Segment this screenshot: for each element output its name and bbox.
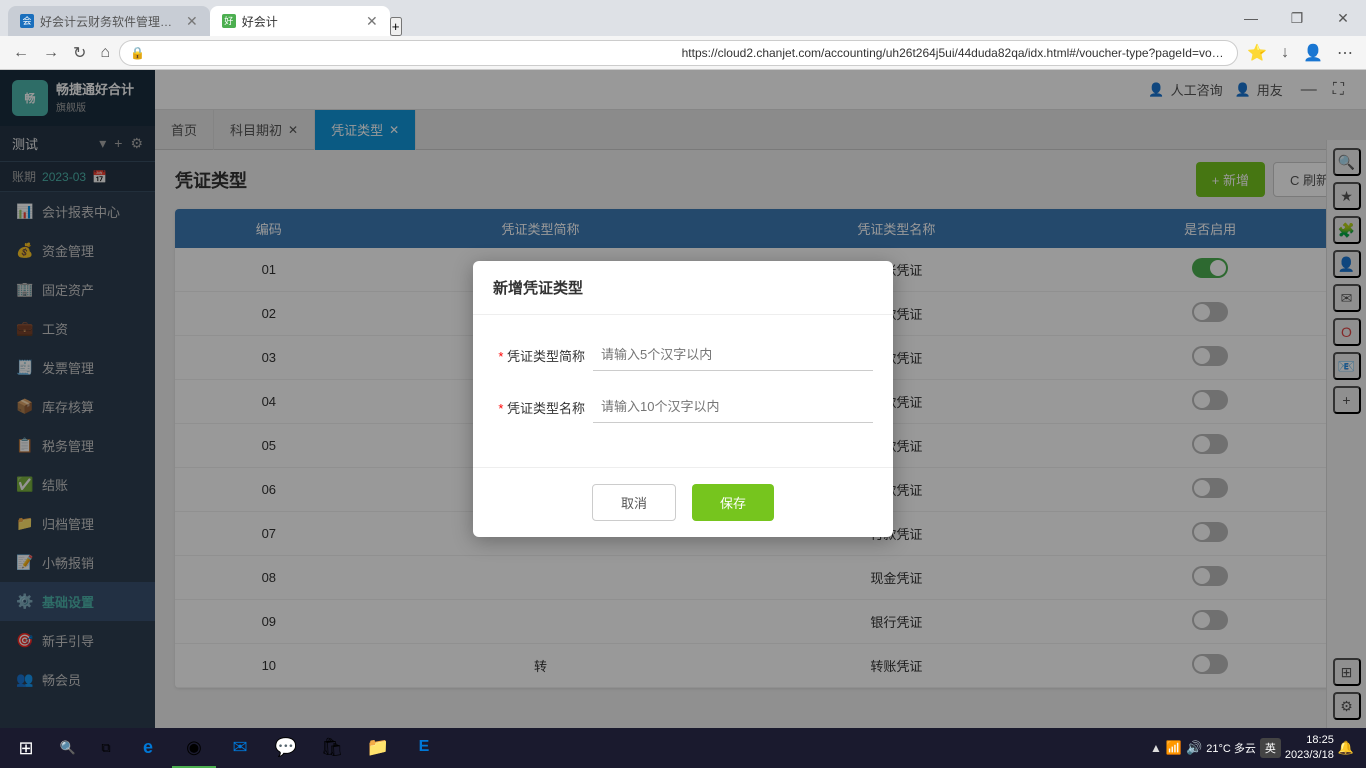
new-tab-button[interactable]: + <box>390 17 402 36</box>
form-row-abbr: * 凭证类型简称 <box>493 339 873 371</box>
taskbar: ⊞ 🔍 ⧉ e ◉ ✉ 💬 🛍 📁 E <box>0 728 1366 768</box>
taskbar-up-icon[interactable]: ▲ <box>1150 741 1162 755</box>
abbr-required-mark: * <box>498 349 507 364</box>
outlook-icon: ✉ <box>232 737 247 758</box>
close-window-button[interactable]: ✕ <box>1320 0 1366 36</box>
wechat-icon: 💬 <box>275 737 297 758</box>
edge2-icon: E <box>419 738 430 756</box>
address-bar[interactable]: 🔒 https://cloud2.chanjet.com/accounting/… <box>119 40 1238 66</box>
refresh-button[interactable]: ↻ <box>68 41 91 65</box>
address-text: https://cloud2.chanjet.com/accounting/uh… <box>682 46 1228 60</box>
cancel-button[interactable]: 取消 <box>592 484 676 521</box>
dialog-header: 新增凭证类型 <box>473 261 893 315</box>
clock-time: 18:25 <box>1285 733 1334 748</box>
taskbar-apps: e ◉ ✉ 💬 🛍 📁 E <box>126 728 446 768</box>
start-button[interactable]: ⊞ <box>4 730 48 766</box>
taskbar-edge-btn[interactable]: e <box>126 728 170 768</box>
taskbar-search-btn[interactable]: 🔍 <box>50 730 86 766</box>
taskbar-chrome-btn[interactable]: ◉ <box>172 728 216 768</box>
taskbar-outlook-btn[interactable]: ✉ <box>218 728 262 768</box>
name-label: * 凭证类型名称 <box>493 398 593 417</box>
dialog-body: * 凭证类型简称 * 凭证类型名称 <box>473 315 893 467</box>
minimize-button[interactable]: — <box>1228 0 1274 36</box>
taskbar-speaker-icon: 🔊 <box>1186 740 1202 756</box>
home-button[interactable]: ⌂ <box>95 42 115 64</box>
edge-icon: e <box>143 737 153 758</box>
taskbar-wifi-icon: 📶 <box>1166 740 1182 756</box>
clock-date: 2023/3/18 <box>1285 748 1334 763</box>
back-button[interactable]: ← <box>8 42 34 64</box>
notification-icon[interactable]: 🔔 <box>1338 740 1354 756</box>
tab2-label: 好会计 <box>242 13 278 30</box>
browser-tab-2[interactable]: 好 好会计 ✕ <box>210 6 390 36</box>
tab2-close[interactable]: ✕ <box>366 13 378 30</box>
downloads-button[interactable]: ↓ <box>1276 41 1294 65</box>
folder-icon: 📁 <box>367 737 389 758</box>
taskbar-weather: 21°C 多云 <box>1206 740 1256 756</box>
tab1-favicon: 会 <box>20 14 34 28</box>
abbr-input[interactable] <box>593 339 873 371</box>
taskbar-edge2-btn[interactable]: E <box>402 728 446 768</box>
tab2-favicon: 好 <box>222 14 236 28</box>
store-icon: 🛍 <box>321 737 344 758</box>
lock-icon: 🔒 <box>130 46 676 60</box>
forward-button[interactable]: → <box>38 42 64 64</box>
taskbar-sys: ▲ 📶 🔊 21°C 多云 英 18:25 2023/3/18 🔔 <box>1150 733 1362 764</box>
taskbar-wechat-btn[interactable]: 💬 <box>264 728 308 768</box>
dialog-overlay: 新增凭证类型 * 凭证类型简称 * 凭证类型名称 <box>0 70 1366 728</box>
taskbar-store-btn[interactable]: 🛍 <box>310 728 354 768</box>
maximize-button[interactable]: ❐ <box>1274 0 1320 36</box>
browser-tab-1[interactable]: 会 好会计云财务软件管理系统_会计 ✕ <box>8 6 210 36</box>
dialog-title: 新增凭证类型 <box>493 280 583 297</box>
extensions-button[interactable]: ⭐ <box>1242 41 1272 65</box>
account-button[interactable]: 👤 <box>1298 41 1328 65</box>
form-row-name: * 凭证类型名称 <box>493 391 873 423</box>
taskbar-folder-btn[interactable]: 📁 <box>356 728 400 768</box>
save-button[interactable]: 保存 <box>692 484 774 521</box>
abbr-label: * 凭证类型简称 <box>493 346 593 365</box>
tab1-close[interactable]: ✕ <box>186 13 198 30</box>
taskbar-taskview-btn[interactable]: ⧉ <box>88 730 124 766</box>
menu-button[interactable]: ⋯ <box>1332 41 1358 65</box>
tab1-label: 好会计云财务软件管理系统_会计 <box>40 13 180 30</box>
name-required-mark: * <box>498 401 507 416</box>
taskbar-clock[interactable]: 18:25 2023/3/18 <box>1285 733 1334 764</box>
name-input[interactable] <box>593 391 873 423</box>
taskbar-lang[interactable]: 英 <box>1260 738 1281 758</box>
chrome-icon: ◉ <box>186 737 202 758</box>
dialog-footer: 取消 保存 <box>473 467 893 537</box>
new-voucher-dialog: 新增凭证类型 * 凭证类型简称 * 凭证类型名称 <box>473 261 893 537</box>
